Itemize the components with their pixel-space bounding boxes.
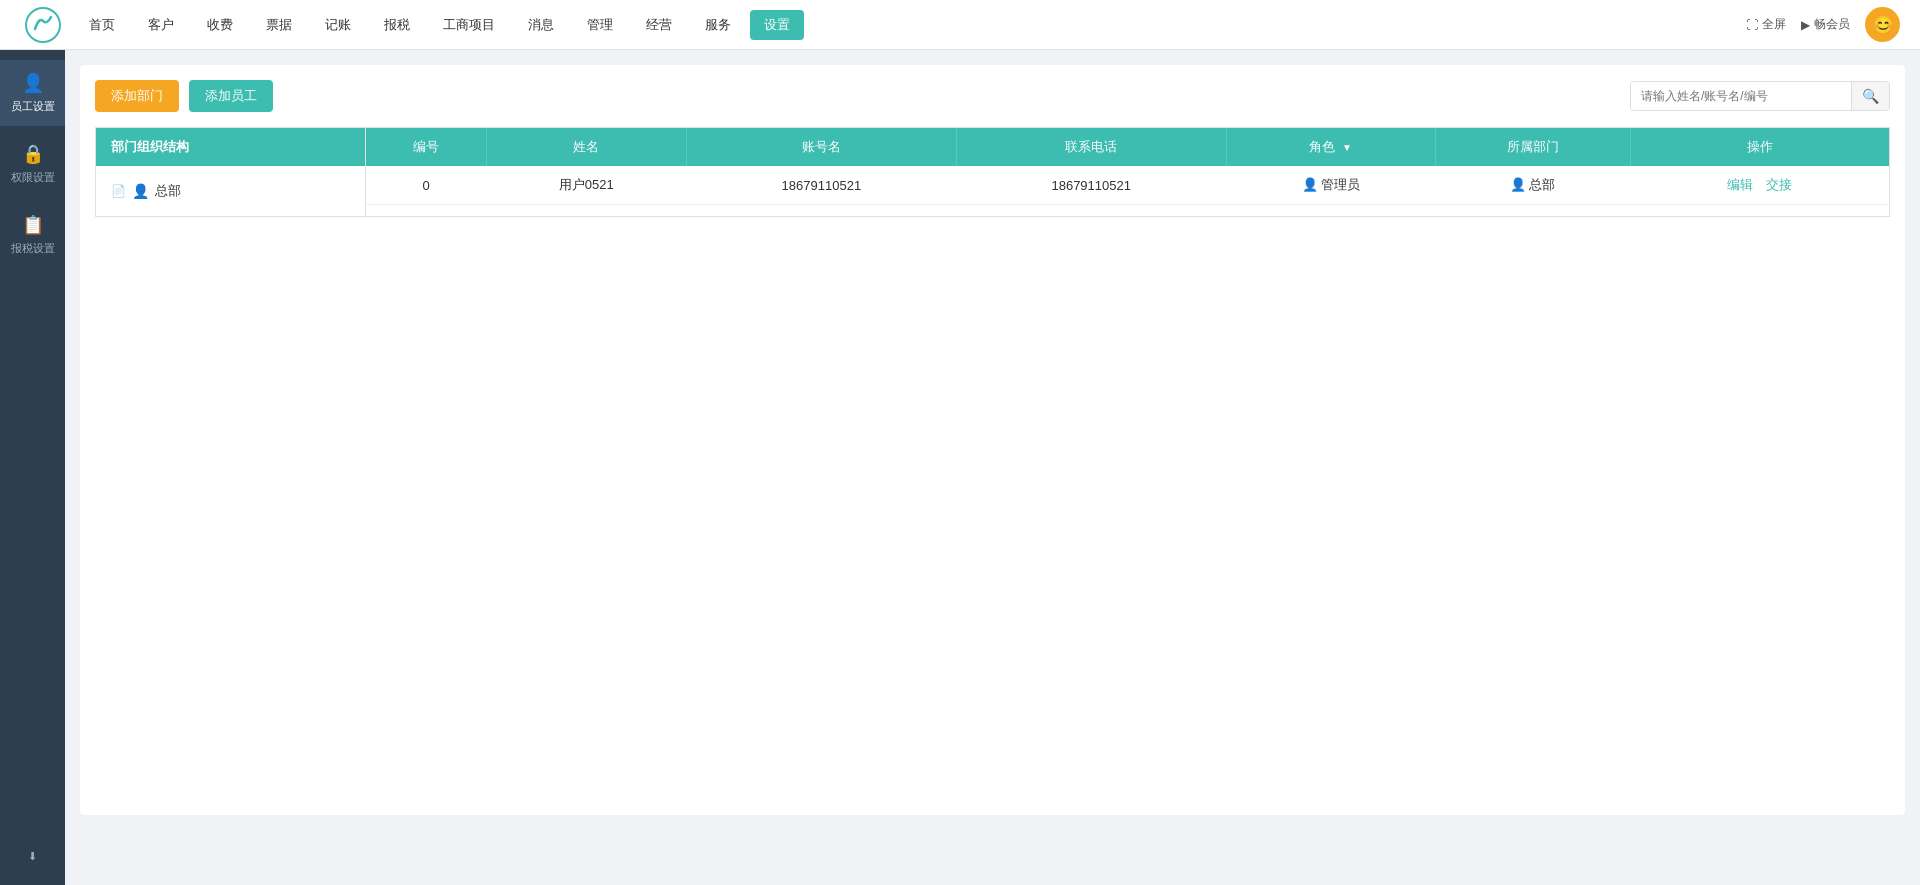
fullscreen-icon: ⛶ [1746, 18, 1758, 32]
fullscreen-button[interactable]: ⛶ 全屏 [1746, 16, 1786, 33]
cell-name: 用户0521 [486, 166, 686, 205]
search-button[interactable]: 🔍 [1851, 82, 1889, 110]
vip-button[interactable]: ▶ 畅会员 [1801, 16, 1850, 33]
top-navigation: 首页客户收费票据记账报税工商项目消息管理经营服务设置 ⛶ 全屏 ▶ 畅会员 😊 [0, 0, 1920, 50]
two-col-layout: 部门组织结构 📄 👤 总部 编号 姓名 账号名 [95, 127, 1890, 217]
edit-link[interactable]: 编辑 [1727, 177, 1753, 192]
sidebar-item-label-permissions: 权限设置 [11, 170, 55, 185]
cell-actions: 编辑 交接 [1630, 166, 1889, 205]
tree-node-general[interactable]: 📄 👤 总部 [106, 176, 355, 206]
role-user-icon: 👤 [1302, 177, 1318, 192]
col-id: 编号 [366, 128, 486, 166]
cell-account: 18679110521 [686, 166, 956, 205]
col-actions: 操作 [1630, 128, 1889, 166]
user-avatar[interactable]: 😊 [1865, 7, 1900, 42]
fullscreen-label: 全屏 [1762, 16, 1786, 33]
tree-node-label: 总部 [155, 182, 181, 200]
tree-body: 📄 👤 总部 [96, 166, 365, 216]
search-box: 🔍 [1630, 81, 1890, 111]
app-logo [10, 7, 75, 43]
main-content: 添加部门 添加员工 🔍 部门组织结构 📄 👤 总部 [65, 50, 1920, 885]
file-icon: 📄 [111, 184, 126, 198]
svg-point-0 [26, 8, 60, 42]
col-account: 账号名 [686, 128, 956, 166]
tree-panel: 部门组织结构 📄 👤 总部 [96, 128, 366, 216]
tree-user-icon: 👤 [132, 183, 149, 199]
nav-item-报税[interactable]: 报税 [370, 10, 424, 40]
tree-header: 部门组织结构 [96, 128, 365, 166]
table-header: 编号 姓名 账号名 联系电话 角色 ▼ 所属部门 操作 [366, 128, 1889, 166]
toolbar: 添加部门 添加员工 🔍 [95, 80, 1890, 112]
nav-item-收费[interactable]: 收费 [193, 10, 247, 40]
search-icon: 🔍 [1862, 88, 1879, 104]
col-name: 姓名 [486, 128, 686, 166]
nav-item-经营[interactable]: 经营 [632, 10, 686, 40]
table-panel: 编号 姓名 账号名 联系电话 角色 ▼ 所属部门 操作 0 用户0521 [366, 128, 1889, 216]
dept-user-icon: 👤 [1510, 177, 1526, 192]
nav-item-票据[interactable]: 票据 [252, 10, 306, 40]
nav-item-首页[interactable]: 首页 [75, 10, 129, 40]
staff-icon: 👤 [22, 72, 44, 94]
sidebar-item-staff[interactable]: 👤 员工设置 [0, 60, 65, 126]
nav-item-客户[interactable]: 客户 [134, 10, 188, 40]
cell-role: 👤管理员 [1226, 166, 1435, 205]
sidebar-item-label-tax: 报税设置 [11, 241, 55, 256]
nav-item-消息[interactable]: 消息 [514, 10, 568, 40]
sidebar-item-tax[interactable]: 📋 报税设置 [0, 202, 65, 268]
nav-item-服务[interactable]: 服务 [691, 10, 745, 40]
nav-item-记账[interactable]: 记账 [311, 10, 365, 40]
download-icon: ⬇ [28, 850, 37, 863]
role-filter-icon: ▼ [1342, 142, 1352, 153]
lock-icon: 🔒 [22, 143, 44, 165]
search-input[interactable] [1631, 83, 1851, 109]
add-dept-button[interactable]: 添加部门 [95, 80, 179, 112]
vip-label: 畅会员 [1814, 16, 1850, 33]
sidebar: 👤 员工设置 🔒 权限设置 📋 报税设置 ⬇ [0, 50, 65, 885]
cell-dept: 👤总部 [1435, 166, 1630, 205]
sidebar-item-label-staff: 员工设置 [11, 99, 55, 114]
tax-icon: 📋 [22, 214, 44, 236]
nav-menu: 首页客户收费票据记账报税工商项目消息管理经营服务设置 [75, 10, 1746, 40]
nav-item-设置[interactable]: 设置 [750, 10, 804, 40]
col-dept: 所属部门 [1435, 128, 1630, 166]
transfer-link[interactable]: 交接 [1766, 177, 1792, 192]
add-staff-button[interactable]: 添加员工 [189, 80, 273, 112]
cell-id: 0 [366, 166, 486, 205]
cell-phone: 18679110521 [956, 166, 1226, 205]
staff-table: 编号 姓名 账号名 联系电话 角色 ▼ 所属部门 操作 0 用户0521 [366, 128, 1889, 205]
nav-item-管理[interactable]: 管理 [573, 10, 627, 40]
col-role[interactable]: 角色 ▼ [1226, 128, 1435, 166]
table-body: 0 用户0521 18679110521 18679110521 👤管理员 👤总… [366, 166, 1889, 205]
nav-item-工商项目[interactable]: 工商项目 [429, 10, 509, 40]
table-row: 0 用户0521 18679110521 18679110521 👤管理员 👤总… [366, 166, 1889, 205]
vip-icon: ▶ [1801, 18, 1810, 32]
right-actions: ⛶ 全屏 ▶ 畅会员 😊 [1746, 7, 1900, 42]
sidebar-item-permissions[interactable]: 🔒 权限设置 [0, 131, 65, 197]
col-phone: 联系电话 [956, 128, 1226, 166]
avatar-icon: 😊 [1872, 14, 1894, 36]
sidebar-bottom-button[interactable]: ⬇ [0, 838, 65, 875]
content-area: 添加部门 添加员工 🔍 部门组织结构 📄 👤 总部 [80, 65, 1905, 815]
